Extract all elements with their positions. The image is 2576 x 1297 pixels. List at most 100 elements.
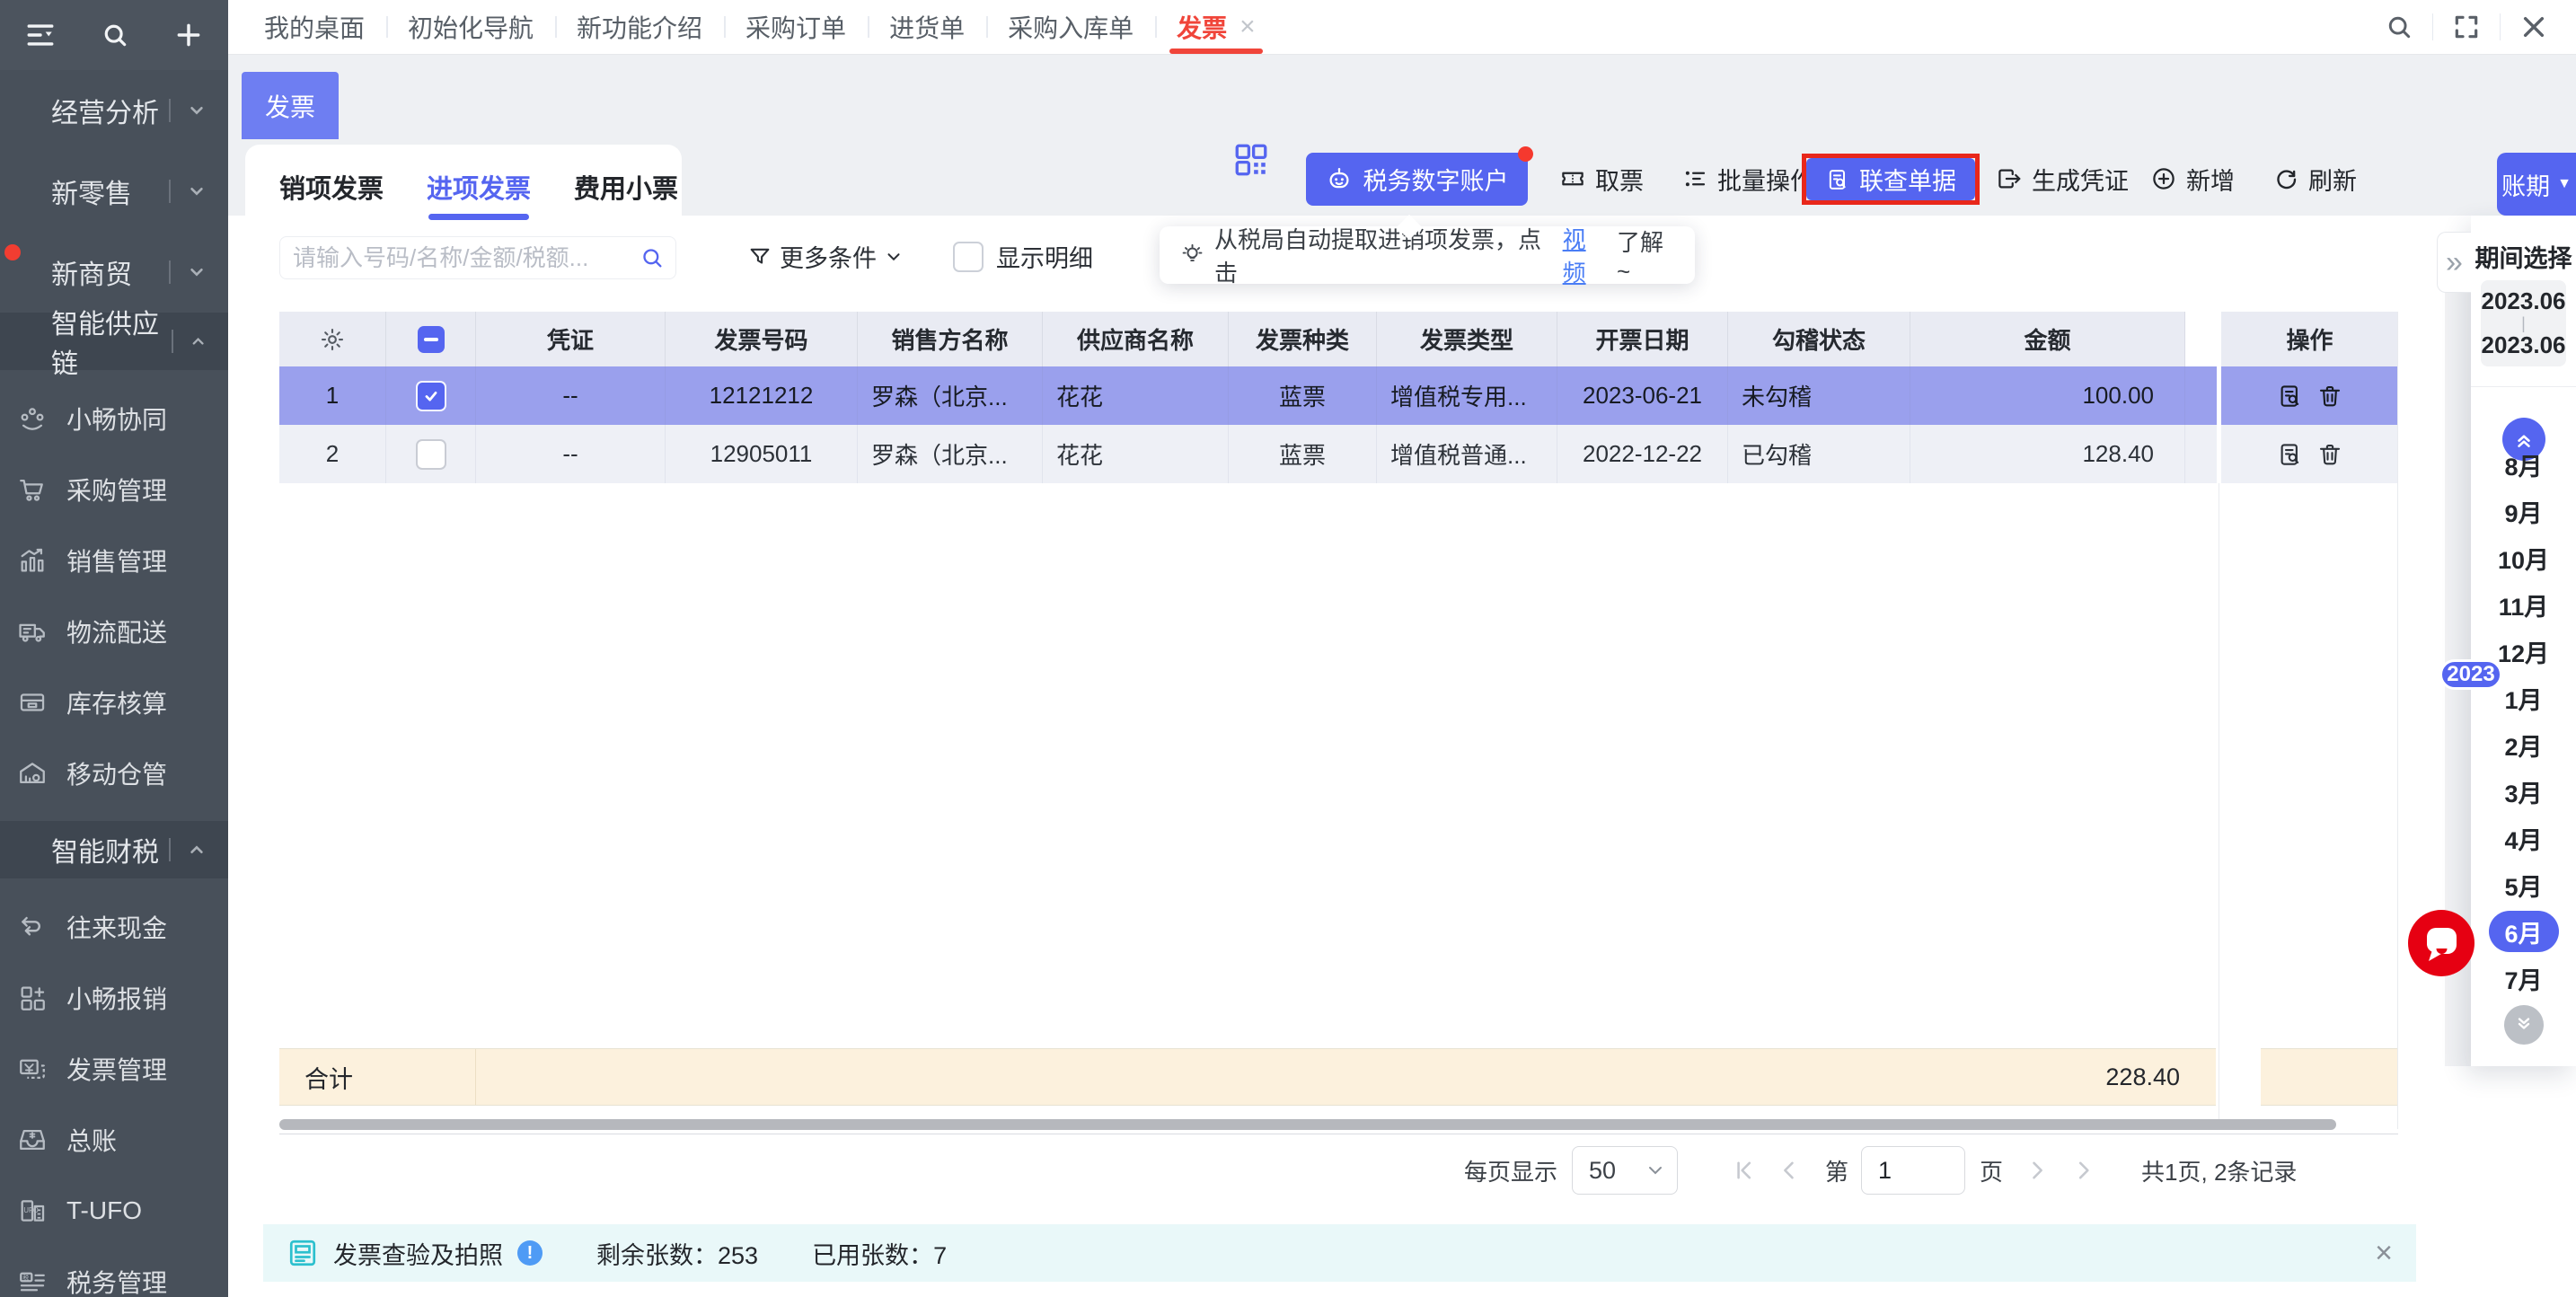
search-icon[interactable] [101,21,129,49]
last-page-icon[interactable] [2073,1158,2098,1183]
month-item[interactable]: 10月 [2471,534,2576,581]
sidebar-item-label: 小畅协同 [66,401,167,437]
sidebar-item[interactable]: 移动仓管 [0,737,228,808]
sidebar-item[interactable]: 发票管理 [0,1033,228,1104]
month-item[interactable]: 8月 [2471,441,2576,488]
invoice-scan-icon [287,1237,319,1269]
sidebar-header [0,0,228,70]
row-checkbox[interactable] [416,381,446,411]
month-item[interactable]: 9月 [2471,488,2576,534]
row-checkbox[interactable] [416,439,446,470]
workspace-tab[interactable]: 初始化导航 × [386,0,555,54]
tab-close-icon[interactable]: × [1239,13,1256,40]
month-item[interactable]: 3月 [2471,768,2576,815]
workspace-tab[interactable]: 新功能介绍 × [555,0,724,54]
row-link-check-icon[interactable] [2271,383,2310,410]
sidebar-item[interactable]: 小畅协同 [0,383,228,454]
horizontal-scrollbar[interactable] [279,1119,2336,1130]
sidebar-item[interactable]: 往来现金 [0,891,228,962]
sidebar-item[interactable]: 库存核算 [0,666,228,737]
invoice-type-tab[interactable]: 进项发票 [427,168,531,225]
next-page-icon[interactable] [2025,1158,2050,1183]
sidebar-item[interactable]: 小畅报销 [0,962,228,1033]
page-input[interactable] [1861,1146,1965,1195]
invoice-type-tab[interactable]: 费用小票 [574,168,678,225]
column-header[interactable]: 金额 [1910,312,2185,366]
assistant-float-button[interactable] [2408,910,2475,976]
ledger-icon [16,1124,49,1156]
prev-page-icon[interactable] [1777,1158,1802,1183]
period-button[interactable]: 账期▼ [2497,153,2576,216]
sidebar-section-new-retail[interactable]: 新零售 [0,151,228,232]
period-range[interactable]: 2023.06 | 2023.06 [2481,280,2566,366]
table-row[interactable]: 2 -- 12905011 罗森（北京... 花花 蓝票 增值税普通... 20… [279,425,2398,483]
detail-checkbox[interactable] [953,242,984,272]
refresh-icon [2272,165,2299,192]
first-page-icon[interactable] [1732,1158,1757,1183]
column-header[interactable]: 勾稽状态 [1728,312,1910,366]
batch-operation-button[interactable]: 批量操作 [1681,156,1814,201]
menu-collapse-icon[interactable] [25,20,56,50]
scan-qr-icon[interactable] [1232,141,1270,179]
month-item[interactable]: 11月 [2471,581,2576,628]
sidebar-item[interactable]: 总账 [0,1104,228,1175]
month-item[interactable]: 5月 [2471,861,2576,908]
info-icon[interactable]: ! [517,1240,543,1266]
invoice-type-tab[interactable]: 销项发票 [279,168,384,225]
refresh-button[interactable]: 刷新 [2272,156,2357,201]
column-header[interactable]: 发票类型 [1377,312,1557,366]
add-new-button[interactable]: 新增 [2150,156,2235,201]
month-item[interactable]: 4月 [2471,815,2576,861]
month-item[interactable]: 2月 [2471,721,2576,768]
sidebar-item[interactable]: 采购管理 [0,454,228,525]
column-header[interactable]: 供应商名称 [1043,312,1229,366]
generate-voucher-button[interactable]: 生成凭证 [1996,156,2129,201]
link-check-button[interactable]: 联查单据 [1806,158,1975,200]
fullscreen-icon[interactable] [2433,13,2500,41]
panel-collapse-icon[interactable]: » [2437,232,2471,293]
column-header[interactable]: 凭证 [476,312,666,366]
sidebar-section-smart-supply-chain[interactable]: 智能供应链 [0,313,228,370]
page-tab-invoice[interactable]: 发票 [242,72,339,139]
table-row[interactable]: 1 -- 12121212 罗森（北京... 花花 蓝票 增值税专用... 20… [279,366,2398,425]
row-link-check-icon[interactable] [2271,441,2310,468]
sidebar-item[interactable]: 税 税务管理 [0,1246,228,1297]
column-header[interactable]: 发票号码 [666,312,858,366]
column-settings[interactable] [279,312,386,366]
workspace-tab[interactable]: 进货单 × [868,0,986,54]
workspace-tab[interactable]: 采购订单 × [724,0,868,54]
select-all-checkbox[interactable] [418,326,445,353]
column-header[interactable]: 销售方名称 [858,312,1043,366]
section-label: 智能供应链 [51,302,172,381]
more-conditions-button[interactable]: 更多条件 [747,239,904,274]
show-detail-toggle[interactable]: 显示明细 [953,239,1093,274]
sidebar-section-new-trade[interactable]: 新商贸 [0,232,228,313]
close-icon[interactable] [2501,13,2567,41]
warehouse-icon [16,757,49,790]
month-item[interactable]: 7月 [2471,955,2576,1001]
column-header[interactable]: 发票种类 [1229,312,1377,366]
row-delete-icon[interactable] [2310,441,2350,468]
sidebar-item[interactable]: 物流配送 [0,596,228,666]
search-input[interactable] [280,244,640,272]
workspace-tab[interactable]: 发票 × [1155,0,1277,54]
workspace-tab[interactable]: 我的桌面 × [243,0,386,54]
sidebar-section-smart-finance-tax[interactable]: 智能财税 [0,821,228,878]
tax-digital-account-button[interactable]: 税务数字账户 [1306,153,1528,206]
get-ticket-button[interactable]: 取票 [1559,156,1644,201]
select-all-cell [386,312,476,366]
column-header[interactable]: 开票日期 [1557,312,1728,366]
month-item[interactable]: 6月 [2471,908,2576,955]
search-icon[interactable] [640,245,665,270]
banner-close-icon[interactable]: × [2375,1238,2393,1268]
sidebar-section-business-analysis[interactable]: 经营分析 [0,70,228,151]
scroll-months-down-icon[interactable] [2504,1005,2544,1045]
global-search-icon[interactable] [2366,13,2432,41]
row-delete-icon[interactable] [2310,383,2350,410]
sidebar-item[interactable]: 销售管理 [0,525,228,596]
workspace-tab[interactable]: 采购入库单 × [986,0,1155,54]
video-link[interactable]: 视频 [1563,222,1608,288]
sidebar-item[interactable]: UFO T-UFO [0,1175,228,1246]
add-icon[interactable] [174,21,203,49]
per-page-select[interactable]: 50 [1572,1146,1678,1195]
